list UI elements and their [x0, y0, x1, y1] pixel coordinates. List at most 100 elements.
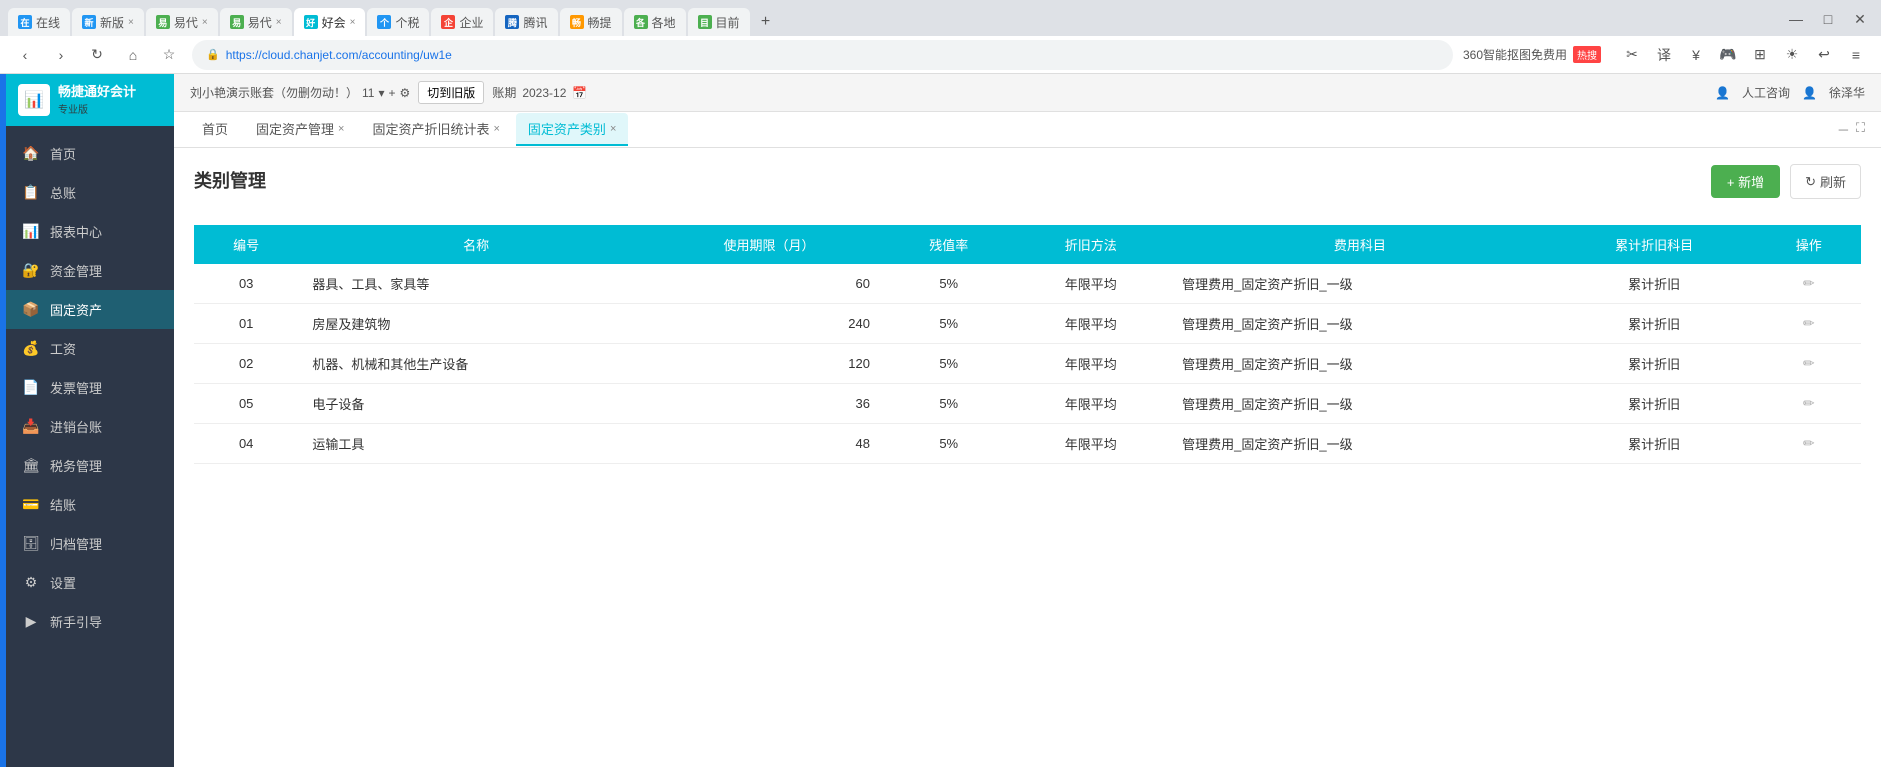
- sidebar-item-report[interactable]: 📊 报表中心: [6, 212, 174, 251]
- cell-name: 机器、机械和其他生产设备: [298, 344, 654, 384]
- cell-period: 120: [654, 344, 884, 384]
- cell-expense: 管理费用_固定资产折旧_一级: [1168, 304, 1552, 344]
- tab-category[interactable]: 固定资产类别 ×: [516, 113, 628, 146]
- category-table: 编号 名称 使用期限（月） 残值率 折旧方法 费用科目 累计折旧科目 操作 03…: [194, 225, 1861, 464]
- edit-icon[interactable]: ✏: [1803, 395, 1815, 411]
- forward-button[interactable]: ›: [48, 42, 74, 68]
- sun-icon[interactable]: ☀: [1779, 42, 1805, 68]
- sidebar-item-fixed-asset[interactable]: 📦 固定资产: [6, 290, 174, 329]
- bookmark-button[interactable]: ☆: [156, 42, 182, 68]
- browser-tab-qiye[interactable]: 企 企业: [431, 8, 493, 36]
- close-icon[interactable]: ×: [128, 17, 134, 28]
- table-row: 02 机器、机械和其他生产设备 120 5% 年限平均 管理费用_固定资产折旧_…: [194, 344, 1861, 384]
- sidebar-item-ledger[interactable]: 📋 总账: [6, 173, 174, 212]
- game-icon[interactable]: 🎮: [1715, 42, 1741, 68]
- cell-method: 年限平均: [1013, 264, 1168, 304]
- browser-tab-zaixian[interactable]: 在 在线: [8, 8, 70, 36]
- gear-icon[interactable]: ⚙: [400, 86, 411, 100]
- close-icon[interactable]: ×: [202, 17, 208, 28]
- tab-home[interactable]: 首页: [190, 113, 240, 146]
- close-window-button[interactable]: ✕: [1847, 6, 1873, 32]
- consultant-label[interactable]: 人工咨询: [1742, 84, 1790, 101]
- sidebar-item-home[interactable]: 🏠 首页: [6, 134, 174, 173]
- sidebar-item-label: 总账: [50, 183, 76, 202]
- back-button[interactable]: ‹: [12, 42, 38, 68]
- grid-icon[interactable]: ⊞: [1747, 42, 1773, 68]
- edit-icon[interactable]: ✏: [1803, 275, 1815, 291]
- sidebar-item-payroll[interactable]: 💰 工资: [6, 329, 174, 368]
- cell-name: 房屋及建筑物: [298, 304, 654, 344]
- browser-tab-tengxun[interactable]: 腾 腾讯: [495, 8, 557, 36]
- sidebar-item-fund[interactable]: 🔐 资金管理: [6, 251, 174, 290]
- close-icon[interactable]: ×: [350, 17, 356, 28]
- browser-tab-label: 腾讯: [523, 14, 547, 31]
- edit-icon[interactable]: ✏: [1803, 355, 1815, 371]
- cell-expense: 管理费用_固定资产折旧_一级: [1168, 384, 1552, 424]
- lock-icon: 🔒: [206, 48, 220, 61]
- main-content: 刘小艳演示账套（勿删勿动！） 11 ▾ + ⚙ 切到旧版 账期 2023-12 …: [174, 74, 1881, 767]
- calendar-icon[interactable]: 📅: [572, 86, 587, 100]
- sidebar-item-checkout[interactable]: 💳 结账: [6, 485, 174, 524]
- refresh-button[interactable]: ↻ 刷新: [1790, 164, 1861, 199]
- fixed-asset-icon: 📦: [22, 301, 40, 319]
- edit-icon[interactable]: ✏: [1803, 435, 1815, 451]
- table-row: 05 电子设备 36 5% 年限平均 管理费用_固定资产折旧_一级 累计折旧 ✏: [194, 384, 1861, 424]
- add-button[interactable]: + 新增: [1711, 165, 1780, 198]
- menu-button[interactable]: ≡: [1843, 42, 1869, 68]
- cell-name: 电子设备: [298, 384, 654, 424]
- col-period: 使用期限（月）: [654, 225, 884, 264]
- browser-tab-changte[interactable]: 畅 畅提: [560, 8, 622, 36]
- scissors-icon[interactable]: ✂: [1619, 42, 1645, 68]
- coin-icon[interactable]: ¥: [1683, 42, 1709, 68]
- cell-code: 02: [194, 344, 298, 384]
- cell-residual: 5%: [884, 344, 1014, 384]
- sidebar-item-label: 首页: [50, 144, 76, 163]
- browser-tab-geshui[interactable]: 个 个税: [367, 8, 429, 36]
- browser-tab-xinban[interactable]: 新 新版 ×: [72, 8, 144, 36]
- browser-tab-gedi[interactable]: 各 各地: [624, 8, 686, 36]
- dropdown-icon[interactable]: ▾: [378, 86, 384, 100]
- close-icon[interactable]: ×: [493, 123, 499, 135]
- new-tab-button[interactable]: +: [752, 8, 780, 36]
- page-title: 类别管理: [194, 167, 266, 193]
- sidebar-item-inventory[interactable]: 📥 进销台账: [6, 407, 174, 446]
- browser-tab-label: 易代: [174, 14, 198, 31]
- maximize-button[interactable]: □: [1815, 6, 1841, 32]
- browser-tab-muqian[interactable]: 目 目前: [688, 8, 750, 36]
- user-count: 11: [362, 86, 374, 100]
- sidebar-item-settings[interactable]: ⚙ 设置: [6, 563, 174, 602]
- tab-label: 固定资产管理: [256, 119, 334, 138]
- switch-version-button[interactable]: 切到旧版: [418, 81, 484, 104]
- close-icon[interactable]: ×: [610, 123, 616, 135]
- toolbar: + 新增 ↻ 刷新: [1711, 164, 1861, 199]
- browser-tab-haohui[interactable]: 好 好会 ×: [294, 8, 366, 36]
- tab-label: 固定资产折旧统计表: [372, 119, 489, 138]
- tab-depreciation[interactable]: 固定资产折旧统计表 ×: [360, 113, 511, 146]
- close-icon[interactable]: ×: [338, 123, 344, 135]
- invoice-icon: 📄: [22, 379, 40, 397]
- sidebar-item-label: 新手引导: [50, 612, 102, 631]
- translate-icon[interactable]: 译: [1651, 42, 1677, 68]
- sidebar-item-guide[interactable]: ▶ 新手引导: [6, 602, 174, 641]
- undo-icon[interactable]: ↩: [1811, 42, 1837, 68]
- browser-tab-yidai1[interactable]: 易 易代 ×: [146, 8, 218, 36]
- sidebar-item-tax[interactable]: 🏛 税务管理: [6, 446, 174, 485]
- close-icon[interactable]: ×: [276, 17, 282, 28]
- edit-icon[interactable]: ✏: [1803, 315, 1815, 331]
- sidebar-nav: 🏠 首页 📋 总账 📊 报表中心 🔐 资金管理 📦 固定资产 💰 工资: [6, 126, 174, 767]
- sidebar-item-invoice[interactable]: 📄 发票管理: [6, 368, 174, 407]
- url-bar[interactable]: 🔒 https://cloud.chanjet.com/accounting/u…: [192, 40, 1453, 70]
- tab-icon-tengxun: 腾: [505, 15, 519, 29]
- tab-icon-yidai1: 易: [156, 15, 170, 29]
- tab-fixed-mgmt[interactable]: 固定资产管理 ×: [244, 113, 356, 146]
- cell-period: 48: [654, 424, 884, 464]
- expand-panel-icon[interactable]: ⛶: [1856, 120, 1865, 139]
- minimize-panel-icon[interactable]: －: [1837, 120, 1850, 139]
- home-nav-button[interactable]: ⌂: [120, 42, 146, 68]
- reload-button[interactable]: ↻: [84, 42, 110, 68]
- add-icon[interactable]: +: [389, 86, 396, 100]
- cell-expense: 管理费用_固定资产折旧_一级: [1168, 424, 1552, 464]
- minimize-button[interactable]: —: [1783, 6, 1809, 32]
- browser-tab-yidai2[interactable]: 易 易代 ×: [220, 8, 292, 36]
- sidebar-item-archive[interactable]: 🗄 归档管理: [6, 524, 174, 563]
